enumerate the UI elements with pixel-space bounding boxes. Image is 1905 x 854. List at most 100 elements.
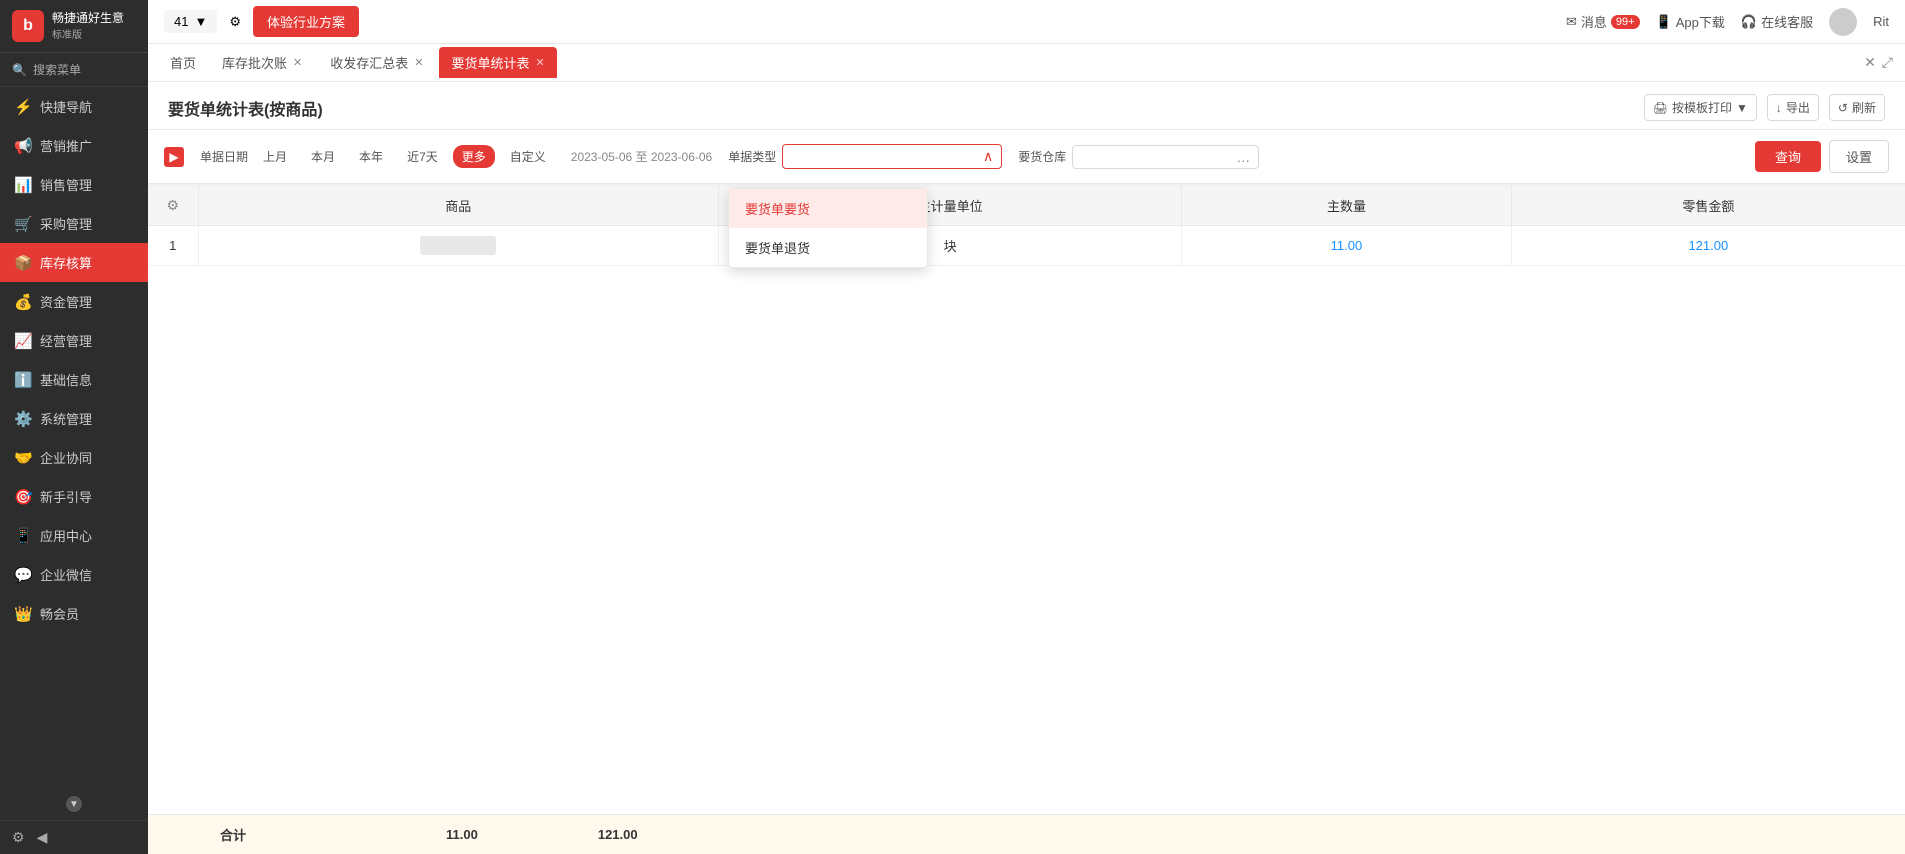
warehouse-filter-label: 要货仓库	[1018, 148, 1066, 165]
table-row: 1 块 11.00 121.00	[148, 226, 1905, 266]
sidebar-item-enterprise[interactable]: 🤝 企业协同	[0, 438, 148, 477]
print-icon: 🖨	[1653, 101, 1668, 115]
app-download-label: App下载	[1676, 12, 1725, 31]
sidebar-item-label: 经营管理	[40, 331, 92, 350]
search-label: 搜索菜单	[33, 61, 81, 78]
sidebar-item-label: 应用中心	[40, 526, 92, 545]
sidebar-item-system[interactable]: ⚙️ 系统管理	[0, 399, 148, 438]
warehouse-filter-input[interactable]	[1081, 150, 1236, 164]
cell-product	[198, 226, 718, 266]
print-btn[interactable]: 🖨 按模板打印 ▼	[1644, 94, 1757, 121]
sidebar-item-shortcut[interactable]: ⚡ 快捷导航	[0, 87, 148, 126]
tab-receive-summary-close[interactable]: ✕	[414, 56, 423, 69]
tab-home[interactable]: 首页	[160, 47, 206, 78]
sidebar-item-label: 库存核算	[40, 253, 92, 272]
cell-amount: 121.00	[1511, 226, 1905, 266]
user-avatar[interactable]	[1829, 8, 1857, 36]
headset-icon: 🎧	[1741, 14, 1757, 30]
sidebar-item-wechat[interactable]: 💬 企业微信	[0, 555, 148, 594]
tab-inventory-batch-label: 库存批次账	[222, 53, 287, 72]
date-btn-last-month[interactable]: 上月	[254, 144, 296, 169]
footer-total-amount: 121.00	[598, 827, 638, 842]
settings-bottom-icon[interactable]: ⚙	[12, 829, 25, 846]
collapse-icon[interactable]: ◀	[37, 829, 48, 846]
tab-receive-summary-label: 收发存汇总表	[330, 53, 408, 72]
sidebar-item-finance[interactable]: 💰 资金管理	[0, 282, 148, 321]
app-download-item[interactable]: 📱 App下载	[1656, 12, 1725, 31]
type-filter-input-wrapper: ∧	[782, 144, 1002, 169]
export-btn[interactable]: ↓ 导出	[1767, 94, 1819, 121]
settings-icon[interactable]: ⚙	[229, 14, 241, 30]
store-selector[interactable]: 41 ▼	[164, 10, 217, 33]
sidebar-item-info[interactable]: ℹ️ 基础信息	[0, 360, 148, 399]
content-area: 要货单统计表(按商品) 🖨 按模板打印 ▼ ↓ 导出 ↺ 刷新 ▶	[148, 82, 1905, 854]
th-product: 商品	[198, 186, 718, 226]
setting-btn[interactable]: 设置	[1829, 140, 1889, 173]
date-btn-7days[interactable]: 近7天	[398, 144, 447, 169]
sidebar-bottom: ⚙ ◀	[0, 820, 148, 854]
sidebar-item-marketing[interactable]: 📢 营销推广	[0, 126, 148, 165]
dropdown-item-order-goods[interactable]: 要货单要货	[729, 189, 927, 228]
refresh-label: 刷新	[1852, 99, 1876, 116]
tab-bar: 首页 库存批次账 ✕ 收发存汇总表 ✕ 要货单统计表 ✕ ✕ ⤢	[148, 44, 1905, 82]
date-filter-group: 单据日期 上月 本月 本年 近7天 更多 自定义	[200, 144, 555, 169]
search-icon: 🔍	[12, 63, 27, 77]
table-header-row: ⚙ 商品 主计量单位 主数量 零售金额	[148, 186, 1905, 226]
sidebar-item-apps[interactable]: 📱 应用中心	[0, 516, 148, 555]
date-btn-more[interactable]: 更多	[453, 145, 495, 168]
sidebar-item-inventory[interactable]: 📦 库存核算	[0, 243, 148, 282]
sidebar-item-label: 企业协同	[40, 448, 92, 467]
table-settings-icon[interactable]: ⚙	[166, 197, 179, 213]
sidebar-item-guide[interactable]: 🎯 新手引导	[0, 477, 148, 516]
warehouse-more-icon[interactable]: …	[1236, 149, 1250, 165]
sidebar-item-label: 销售管理	[40, 175, 92, 194]
page-title: 要货单统计表(按商品)	[168, 96, 323, 120]
table-footer: 合计 11.00 121.00	[148, 814, 1905, 854]
warehouse-filter-input-wrapper: …	[1072, 145, 1259, 169]
refresh-btn[interactable]: ↺ 刷新	[1829, 94, 1885, 121]
vip-icon: 👑	[14, 605, 32, 623]
cell-quantity: 11.00	[1182, 226, 1511, 266]
type-filter-label: 单据类型	[728, 148, 776, 165]
store-name: 41	[174, 14, 188, 29]
tab-receive-summary[interactable]: 收发存汇总表 ✕	[318, 47, 435, 78]
sidebar-logo: b 畅捷通好生意 标准版	[0, 0, 148, 53]
data-table-wrapper: ⚙ 商品 主计量单位 主数量 零售金额	[148, 186, 1905, 814]
filter-expand-btn[interactable]: ▶	[164, 147, 184, 167]
online-service-item[interactable]: 🎧 在线客服	[1741, 12, 1813, 31]
sidebar-item-vip[interactable]: 👑 畅会员	[0, 594, 148, 633]
wechat-icon: 💬	[14, 566, 32, 584]
date-btn-custom[interactable]: 自定义	[501, 144, 555, 169]
filter-bar: ▶ 单据日期 上月 本月 本年 近7天 更多 自定义 2023-05-06 至 …	[148, 130, 1905, 184]
type-filter-input[interactable]	[791, 150, 983, 164]
sidebar-item-purchase[interactable]: 🛒 采购管理	[0, 204, 148, 243]
header-right: ✉ 消息 99+ 📱 App下载 🎧 在线客服 Rit	[1566, 8, 1889, 36]
query-btn[interactable]: 查询	[1755, 141, 1821, 172]
sidebar-search[interactable]: 🔍 搜索菜单	[0, 53, 148, 87]
message-item[interactable]: ✉ 消息 99+	[1566, 12, 1640, 31]
sidebar-item-label: 系统管理	[40, 409, 92, 428]
type-dropdown: 要货单要货 要货单退货	[728, 188, 928, 268]
date-range-display: 2023-05-06 至 2023-06-06	[571, 148, 712, 165]
th-quantity: 主数量	[1182, 186, 1511, 226]
sidebar-scroll-down[interactable]: ▼	[66, 796, 82, 812]
footer-total-label: 合计	[220, 825, 246, 844]
tab-close-all-icon[interactable]: ✕	[1864, 54, 1876, 71]
tab-order-stats-close[interactable]: ✕	[536, 56, 545, 69]
tab-inventory-batch[interactable]: 库存批次账 ✕	[210, 47, 314, 78]
dropdown-item-return-goods[interactable]: 要货单退货	[729, 228, 927, 267]
sidebar-item-business[interactable]: 📈 经营管理	[0, 321, 148, 360]
industry-btn[interactable]: 体验行业方案	[253, 6, 359, 37]
system-icon: ⚙️	[14, 410, 32, 428]
sidebar-item-sales[interactable]: 📊 销售管理	[0, 165, 148, 204]
date-btn-this-year[interactable]: 本年	[350, 144, 392, 169]
tab-inventory-batch-close[interactable]: ✕	[293, 56, 302, 69]
th-settings[interactable]: ⚙	[148, 186, 198, 226]
tab-order-stats[interactable]: 要货单统计表 ✕	[439, 47, 556, 78]
sidebar-item-label: 畅会员	[40, 604, 79, 623]
type-filter-group: 单据类型 ∧	[728, 144, 1002, 169]
type-filter-clear-icon[interactable]: ∧	[983, 148, 993, 165]
date-btn-this-month[interactable]: 本月	[302, 144, 344, 169]
tab-expand-icon[interactable]: ⤢	[1882, 54, 1893, 71]
footer-total-quantity: 11.00	[446, 827, 478, 842]
